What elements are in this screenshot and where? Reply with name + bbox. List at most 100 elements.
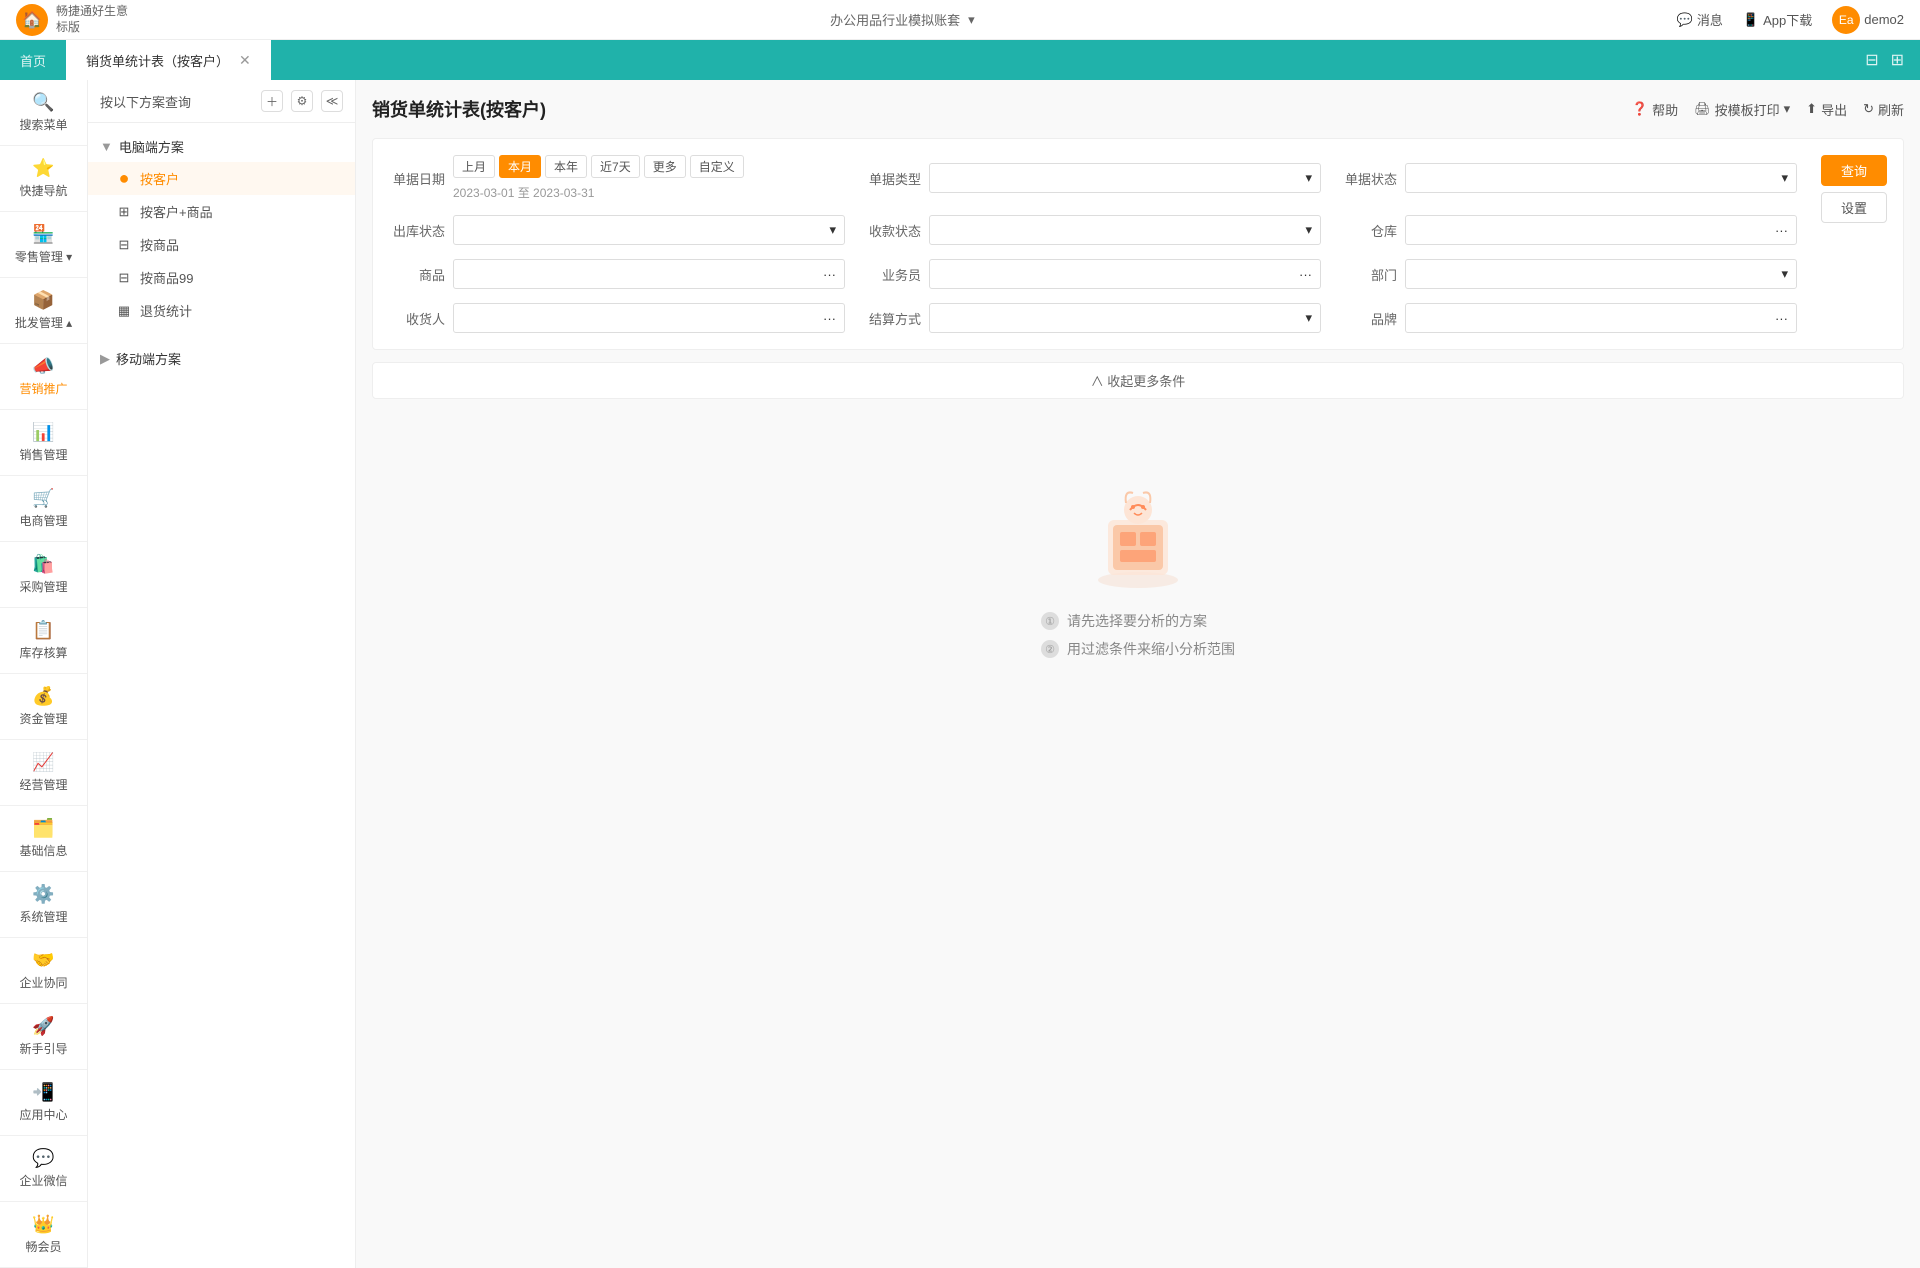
date-btn-more[interactable]: 更多 <box>644 155 686 178</box>
goods99-icon: ⊟ <box>116 270 132 286</box>
goods-dots-icon: ··· <box>823 267 836 282</box>
scheme-group-mobile-title[interactable]: ▶ 移动端方案 <box>88 343 355 374</box>
print-button[interactable]: 🖨 按模板打印 ▾ <box>1694 100 1790 119</box>
salesperson-dots-icon: ··· <box>1299 267 1312 282</box>
export-icon: ⬆ <box>1806 101 1817 117</box>
app-logo-icon: 🏠 <box>16 4 48 36</box>
filter-item-settlement: 结算方式 ▾ <box>865 303 1321 333</box>
sidebar-item-inventory[interactable]: 📋 库存核算 <box>0 608 87 674</box>
print-icon: 🖨 <box>1694 101 1711 117</box>
sidebar-item-basic-info[interactable]: 🗂️ 基础信息 <box>0 806 87 872</box>
receipt-status-select[interactable]: ▾ <box>929 215 1321 245</box>
scheme-item-by-customer[interactable]: ● 按客户 <box>88 162 355 195</box>
filter-item-warehouse: 仓库 ··· <box>1341 215 1797 245</box>
scheme-group-pc: ▼ 电脑端方案 ● 按客户 ⊞ 按客户+商品 ⊟ 按商品 ⊟ 按商品99 <box>88 123 355 335</box>
top-header: 🏠 畅捷通好生意 标版 办公用品行业模拟账套 ▾ 💬 消息 📱 App下载 Ea… <box>0 0 1920 40</box>
salesperson-select[interactable]: ··· <box>929 259 1321 289</box>
settlement-select[interactable]: ▾ <box>929 303 1321 333</box>
inventory-icon: 📋 <box>4 620 83 641</box>
sidebar-item-wechat[interactable]: 💬 企业微信 <box>0 1136 87 1202</box>
receiver-dots-icon: ··· <box>823 311 836 326</box>
content-panel: 按以下方案查询 ＋ ⚙ ≪ ▼ 电脑端方案 ● 按客户 ⊞ 按客户 <box>88 80 1920 1268</box>
filter-card: 单据日期 上月 本月 本年 近7天 更多 自定义 <box>372 138 1904 350</box>
main-layout: 🔍 搜索菜单 ⭐ 快捷导航 🏪 零售管理 ▾ 📦 批发管理 ▴ 📣 营销推广 📊… <box>0 80 1920 1268</box>
arrow-down-icon: ▼ <box>100 139 113 154</box>
settings-button[interactable]: 设置 <box>1821 192 1887 223</box>
goods-select[interactable]: ··· <box>453 259 845 289</box>
sidebar-item-wholesale[interactable]: 📦 批发管理 ▴ <box>0 278 87 344</box>
query-button[interactable]: 查询 <box>1821 155 1887 186</box>
export-button[interactable]: ⬆ 导出 <box>1806 100 1847 119</box>
sidebar-item-ecommerce[interactable]: 🛒 电商管理 <box>0 476 87 542</box>
filter-item-brand: 品牌 ··· <box>1341 303 1797 333</box>
scheme-add-icon[interactable]: ＋ <box>261 90 283 112</box>
scheme-item-goods99[interactable]: ⊟ 按商品99 <box>88 261 355 294</box>
purchase-icon: 🛍️ <box>4 554 83 575</box>
help-button[interactable]: ❓ 帮助 <box>1632 100 1678 119</box>
page-actions: ❓ 帮助 🖨 按模板打印 ▾ ⬆ 导出 ↻ 刷新 <box>1632 100 1904 119</box>
ecommerce-icon: 🛒 <box>4 488 83 509</box>
sidebar-item-finance[interactable]: 💰 资金管理 <box>0 674 87 740</box>
empty-hints: ① 请先选择要分析的方案 ② 用过滤条件来缩小分析范围 <box>1041 611 1235 659</box>
message-icon: 💬 <box>1677 12 1693 28</box>
sidebar-item-guide[interactable]: 🚀 新手引导 <box>0 1004 87 1070</box>
tab-home[interactable]: 首页 <box>0 40 66 80</box>
sidebar-item-operation[interactable]: 📈 经营管理 <box>0 740 87 806</box>
logo-area: 🏠 畅捷通好生意 标版 <box>16 4 128 36</box>
tab-sales-stats[interactable]: 销货单统计表（按客户） ✕ <box>66 40 271 80</box>
date-btn-this-month[interactable]: 本月 <box>499 155 541 178</box>
sidebar-item-apps[interactable]: 📲 应用中心 <box>0 1070 87 1136</box>
minimize-icon[interactable]: ⊟ <box>1865 50 1878 70</box>
scheme-group-pc-title[interactable]: ▼ 电脑端方案 <box>88 131 355 162</box>
order-type-select[interactable]: ▾ <box>929 163 1321 193</box>
department-select[interactable]: ▾ <box>1405 259 1797 289</box>
empty-illustration <box>1078 475 1198 595</box>
arrow-right-icon: ▶ <box>100 351 110 367</box>
tab-close-icon[interactable]: ✕ <box>239 52 251 69</box>
date-btn-last-month[interactable]: 上月 <box>453 155 495 178</box>
sidebar-item-retail[interactable]: 🏪 零售管理 ▾ <box>0 212 87 278</box>
header-right: 💬 消息 📱 App下载 Ea demo2 <box>1677 6 1904 34</box>
scheme-header-icons: ＋ ⚙ ≪ <box>261 90 343 112</box>
brand-select[interactable]: ··· <box>1405 303 1797 333</box>
warehouse-select[interactable]: ··· <box>1405 215 1797 245</box>
refresh-icon: ↻ <box>1863 101 1874 117</box>
basic-info-icon: 🗂️ <box>4 818 83 839</box>
sidebar-item-search[interactable]: 🔍 搜索菜单 <box>0 80 87 146</box>
date-range-display: 2023-03-01 至 2023-03-31 <box>453 184 594 201</box>
sidebar-item-vip[interactable]: 👑 畅会员 <box>0 1202 87 1268</box>
app-download-button[interactable]: 📱 App下载 <box>1743 10 1812 29</box>
user-profile-button[interactable]: Ea demo2 <box>1832 6 1904 34</box>
scheme-item-customer-goods[interactable]: ⊞ 按客户+商品 <box>88 195 355 228</box>
customer-icon: ● <box>116 171 132 187</box>
out-status-select[interactable]: ▾ <box>453 215 845 245</box>
header-industry[interactable]: 办公用品行业模拟账套 ▾ <box>830 10 975 29</box>
sidebar-item-sales[interactable]: 📊 销售管理 <box>0 410 87 476</box>
customer-goods-icon: ⊞ <box>116 204 132 220</box>
empty-state: ① 请先选择要分析的方案 ② 用过滤条件来缩小分析范围 <box>372 415 1904 719</box>
order-status-select[interactable]: ▾ <box>1405 163 1797 193</box>
sidebar-item-system[interactable]: ⚙️ 系统管理 <box>0 872 87 938</box>
sidebar-item-purchase[interactable]: 🛍️ 采购管理 <box>0 542 87 608</box>
scheme-item-by-goods[interactable]: ⊟ 按商品 <box>88 228 355 261</box>
date-btn-custom[interactable]: 自定义 <box>690 155 744 178</box>
action-buttons: 查询 设置 <box>1821 155 1887 223</box>
maximize-icon[interactable]: ⊞ <box>1891 50 1904 70</box>
sidebar-item-marketing[interactable]: 📣 营销推广 <box>0 344 87 410</box>
collapse-bar[interactable]: ∧ 收起更多条件 <box>372 362 1904 399</box>
scheme-collapse-icon[interactable]: ≪ <box>321 90 343 112</box>
scheme-settings-icon[interactable]: ⚙ <box>291 90 313 112</box>
filter-item-order-status: 单据状态 ▾ <box>1341 163 1797 193</box>
date-btn-this-year[interactable]: 本年 <box>545 155 587 178</box>
message-button[interactable]: 💬 消息 <box>1677 10 1723 29</box>
empty-hint-1: ① 请先选择要分析的方案 <box>1041 611 1235 631</box>
date-btn-7days[interactable]: 近7天 <box>591 155 640 178</box>
receiver-select[interactable]: ··· <box>453 303 845 333</box>
star-icon: ⭐ <box>4 158 83 179</box>
sidebar-item-quick-nav[interactable]: ⭐ 快捷导航 <box>0 146 87 212</box>
refresh-button[interactable]: ↻ 刷新 <box>1863 100 1904 119</box>
sidebar-item-enterprise[interactable]: 🤝 企业协同 <box>0 938 87 1004</box>
returns-icon: ▦ <box>116 303 132 319</box>
scheme-item-returns[interactable]: ▦ 退货统计 <box>88 294 355 327</box>
system-icon: ⚙️ <box>4 884 83 905</box>
